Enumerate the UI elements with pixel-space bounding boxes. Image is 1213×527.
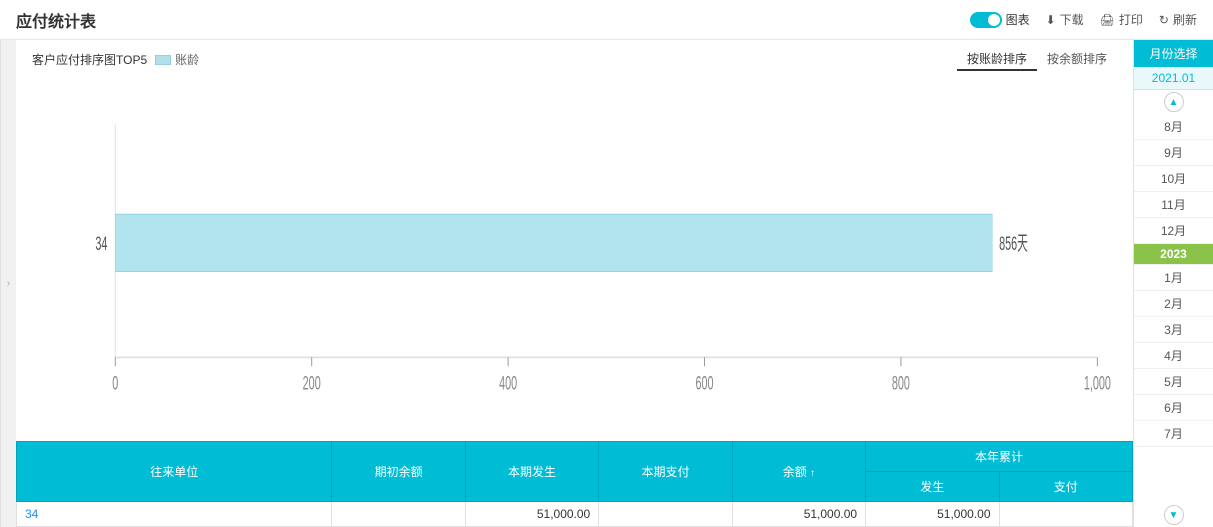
cell-current-occur: 51,000.00	[465, 502, 598, 527]
sidebar-month-item[interactable]: 7月	[1134, 421, 1213, 447]
svg-text:400: 400	[499, 373, 517, 394]
sidebar-month-item[interactable]: 8月	[1134, 114, 1213, 140]
main-body: › 客户应付排序图TOP5 账龄 按账龄排序 按余额排序	[0, 40, 1213, 527]
nav-down-arrow[interactable]: ▼	[1164, 505, 1184, 525]
print-button[interactable]: 🖨 打印	[1100, 11, 1143, 28]
sort-by-amount-btn[interactable]: 按余额排序	[1037, 48, 1117, 71]
header-actions: 图表 ⬇ 下载 🖨 打印 ↻ 刷新	[970, 11, 1197, 28]
chart-area: 客户应付排序图TOP5 账龄 按账龄排序 按余额排序	[16, 40, 1133, 527]
sidebar-month-item[interactable]: 1月	[1134, 265, 1213, 291]
sidebar-month-item[interactable]: 11月	[1134, 192, 1213, 218]
print-icon: 🖨	[1100, 13, 1115, 27]
sort-by-balance-btn[interactable]: 按账龄排序	[957, 48, 1037, 71]
stats-table: 往来单位 期初余额 本期发生 本期支付 余额 ↑ 本年累计	[16, 441, 1133, 527]
header: 应付统计表 图表 ⬇ 下载 🖨 打印 ↻ 刷新	[0, 0, 1213, 40]
svg-text:1,000: 1,000	[1084, 373, 1111, 394]
legend-box-item: 账龄	[155, 51, 199, 68]
sidebar: 月份选择 2021.01 ▲ 8月9月10月11月12月20231月2月3月4月…	[1133, 40, 1213, 527]
sidebar-current-date[interactable]: 2021.01	[1134, 67, 1213, 90]
svg-text:800: 800	[892, 373, 910, 394]
chart-legend-label: 客户应付排序图TOP5	[32, 51, 147, 68]
chart-top: 客户应付排序图TOP5 账龄 按账龄排序 按余额排序	[16, 40, 1133, 79]
sidebar-month-item[interactable]: 3月	[1134, 317, 1213, 343]
chart-toggle-wrap: 图表	[970, 11, 1030, 28]
col-opening-header: 期初余额	[332, 442, 465, 502]
chart-legend: 客户应付排序图TOP5 账龄	[32, 51, 199, 68]
svg-text:34: 34	[95, 234, 107, 255]
col-current-occur-header: 本期发生	[465, 442, 598, 502]
sidebar-header[interactable]: 月份选择	[1134, 40, 1213, 67]
cell-balance: 51,000.00	[732, 502, 865, 527]
chart-toggle[interactable]	[970, 12, 1002, 28]
sidebar-month-item[interactable]: 6月	[1134, 395, 1213, 421]
chart-svg: 0 200 400 600 800 1,000 34 856天	[76, 89, 1117, 411]
cell-ytd-occur: 51,000.00	[866, 502, 999, 527]
table-header-row-1: 往来单位 期初余额 本期发生 本期支付 余额 ↑ 本年累计	[17, 442, 1133, 472]
balance-sort-icon[interactable]: ↑	[810, 468, 815, 479]
col-unit-header: 往来单位	[17, 442, 332, 502]
sidebar-months: 8月9月10月11月12月20231月2月3月4月5月6月7月	[1134, 114, 1213, 503]
cell-ytd-pay	[999, 502, 1133, 527]
chart-toggle-label: 图表	[1006, 11, 1030, 28]
sidebar-nav-up: ▲	[1134, 90, 1213, 114]
col-ytd-occur-header: 发生	[866, 472, 999, 502]
collapse-arrow[interactable]: ›	[0, 40, 16, 527]
nav-up-arrow[interactable]: ▲	[1164, 92, 1184, 112]
sidebar-month-item[interactable]: 2月	[1134, 291, 1213, 317]
svg-text:0: 0	[112, 373, 118, 394]
sidebar-month-item[interactable]: 9月	[1134, 140, 1213, 166]
sidebar-month-item[interactable]: 5月	[1134, 369, 1213, 395]
download-button[interactable]: ⬇ 下载	[1046, 11, 1084, 28]
cell-current-pay	[599, 502, 732, 527]
chart-sort: 按账龄排序 按余额排序	[957, 48, 1117, 71]
table-row: 34 51,000.00 51,000.00 51,000.00	[17, 502, 1133, 527]
cell-opening	[332, 502, 465, 527]
cell-unit: 34	[17, 502, 332, 527]
sidebar-month-item[interactable]: 4月	[1134, 343, 1213, 369]
page-title: 应付统计表	[16, 8, 96, 32]
svg-text:856天: 856天	[999, 234, 1028, 255]
svg-text:200: 200	[303, 373, 321, 394]
refresh-button[interactable]: ↻ 刷新	[1159, 11, 1197, 28]
col-ytd-pay-header: 支付	[999, 472, 1133, 502]
col-current-pay-header: 本期支付	[599, 442, 732, 502]
legend-box	[155, 55, 171, 65]
sidebar-year-label[interactable]: 2023	[1134, 244, 1213, 265]
sidebar-nav-down: ▼	[1134, 503, 1213, 527]
sidebar-month-item[interactable]: 10月	[1134, 166, 1213, 192]
unit-link[interactable]: 34	[25, 507, 38, 521]
app-container: 应付统计表 图表 ⬇ 下载 🖨 打印 ↻ 刷新 ›	[0, 0, 1213, 527]
col-balance-header: 余额 ↑	[732, 442, 865, 502]
table-wrap: 往来单位 期初余额 本期发生 本期支付 余额 ↑ 本年累计	[16, 441, 1133, 527]
table-area: 往来单位 期初余额 本期发生 本期支付 余额 ↑ 本年累计	[16, 441, 1133, 527]
download-icon: ⬇	[1046, 13, 1056, 27]
svg-text:600: 600	[696, 373, 714, 394]
legend-box-label: 账龄	[175, 51, 199, 68]
col-ytd-header: 本年累计	[866, 442, 1133, 472]
chart-canvas: 0 200 400 600 800 1,000 34 856天	[16, 79, 1133, 441]
sidebar-month-item[interactable]: 12月	[1134, 218, 1213, 244]
refresh-icon: ↻	[1159, 13, 1169, 27]
